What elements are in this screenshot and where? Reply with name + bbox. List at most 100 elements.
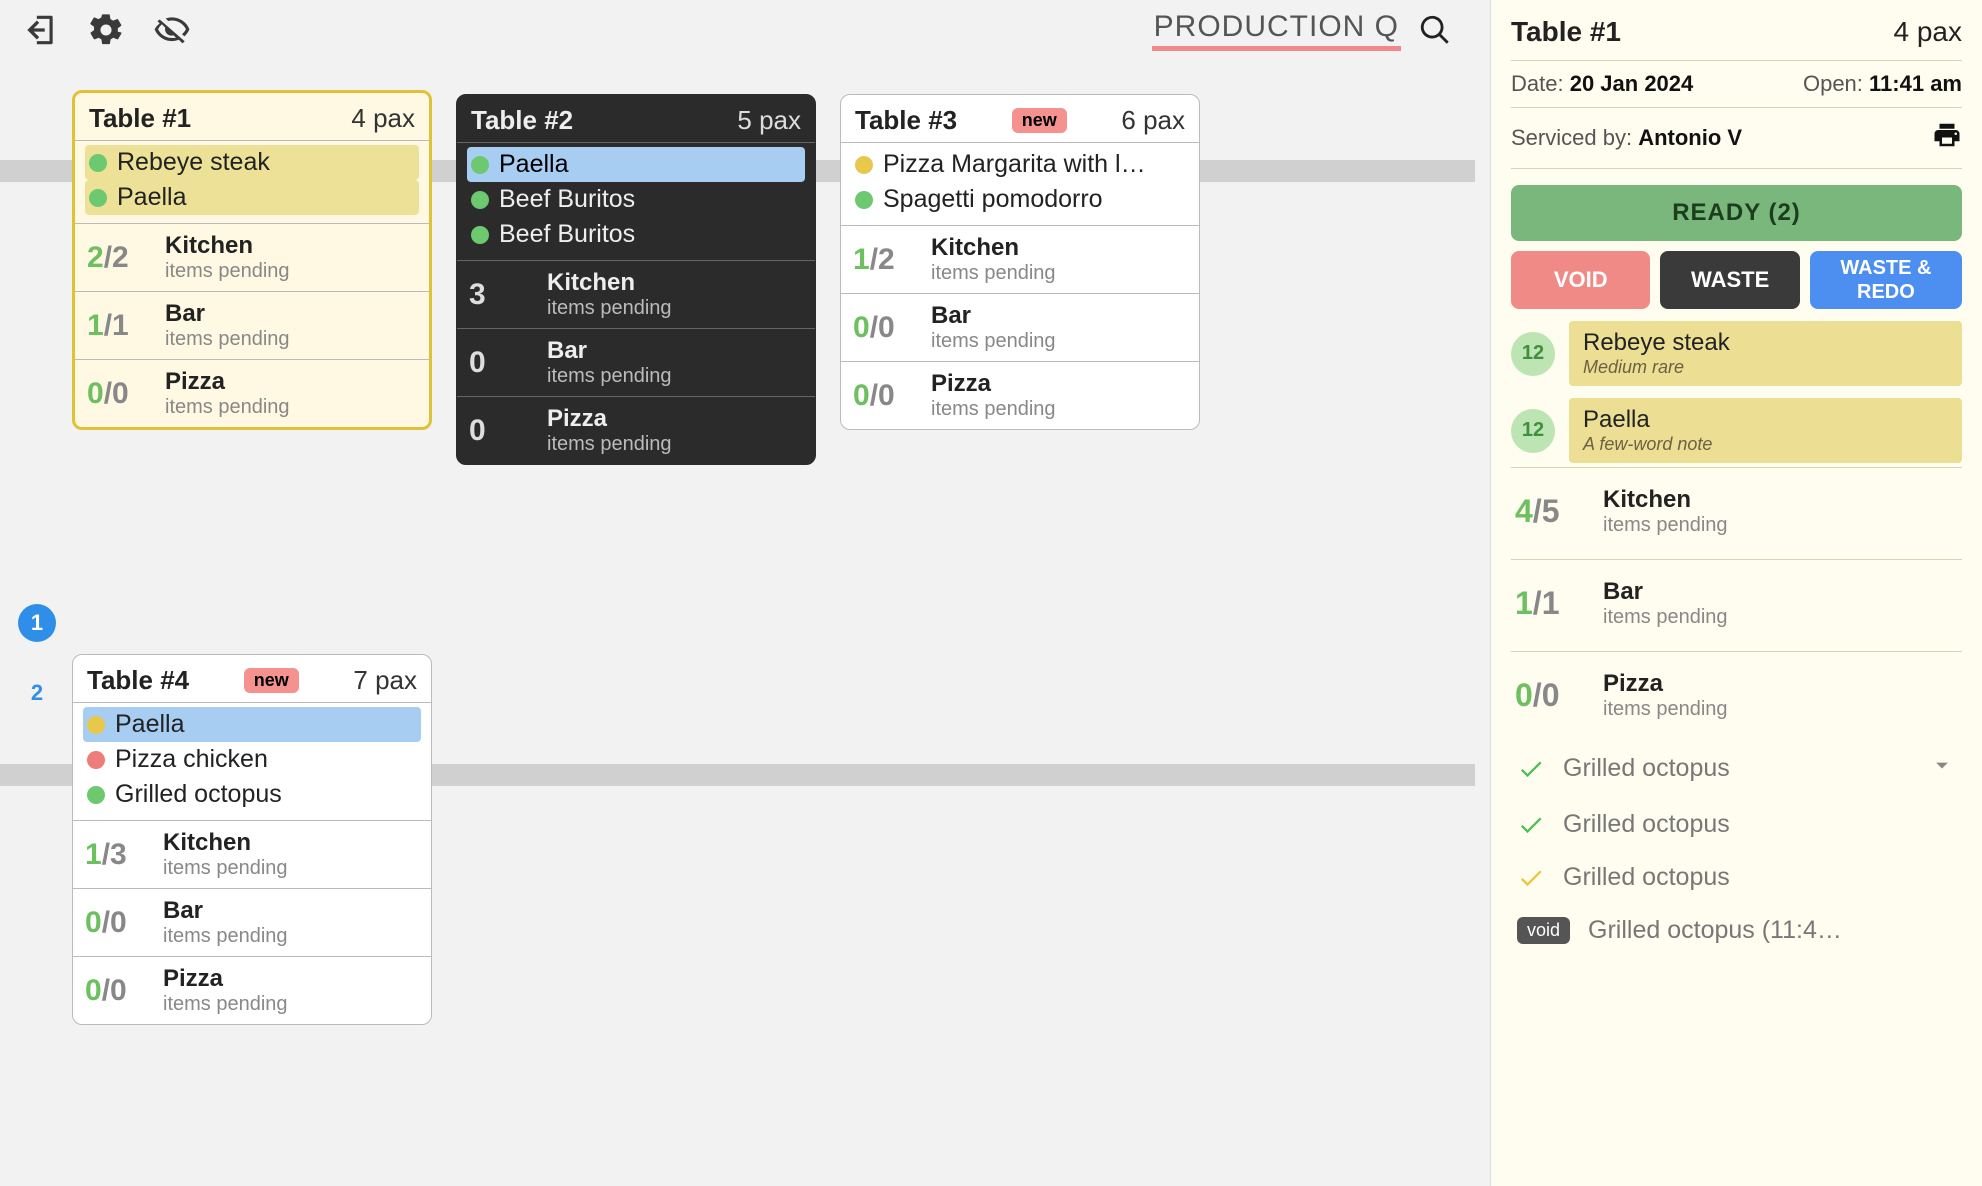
item-text: Rebeye steak bbox=[117, 148, 270, 177]
station-row[interactable]: 1/3Kitchenitems pending bbox=[73, 820, 431, 888]
item-count-badge: 12 bbox=[1511, 332, 1555, 376]
items-box: Paella Pizza chicken Grilled octopus bbox=[73, 702, 431, 820]
station-row[interactable]: 1/1Baritems pending bbox=[75, 291, 429, 359]
detail-panel: Table #1 4 pax Date: 20 Jan 2024 Open: 1… bbox=[1490, 0, 1982, 1186]
waste-redo-button[interactable]: WASTE & REDO bbox=[1810, 251, 1962, 309]
station-row[interactable]: 0/0Pizzaitems pending bbox=[75, 359, 429, 427]
order-card-table-3[interactable]: Table #3 new 6 pax Pizza Margarita with … bbox=[840, 94, 1200, 430]
item-text: Grilled octopus bbox=[115, 780, 282, 809]
order-board: 1 2 Table #1 4 pax Rebeye steak Paella 2… bbox=[0, 70, 1475, 1186]
item-text: Beef Buritos bbox=[499, 185, 635, 214]
action-button-row: VOID WASTE WASTE & REDO bbox=[1511, 251, 1962, 309]
items-box: Pizza Margarita with l… Spagetti pomodor… bbox=[841, 142, 1199, 225]
panel-station-row[interactable]: 1/1Baritems pending bbox=[1511, 559, 1962, 647]
status-dot-icon bbox=[471, 226, 489, 244]
eye-off-icon[interactable] bbox=[152, 10, 192, 50]
panel-title: Table #1 bbox=[1511, 16, 1621, 48]
panel-station-row[interactable]: 4/5Kitchenitems pending bbox=[1511, 467, 1962, 555]
gear-icon[interactable] bbox=[86, 10, 126, 50]
order-item[interactable]: Spagetti pomodorro bbox=[851, 182, 1189, 217]
station-row[interactable]: 3Kitchenitems pending bbox=[457, 260, 815, 328]
void-button[interactable]: VOID bbox=[1511, 251, 1650, 309]
done-item-row[interactable]: Grilled octopus bbox=[1511, 798, 1962, 851]
done-item-row[interactable]: Grilled octopus bbox=[1511, 851, 1962, 904]
course-marker-1[interactable]: 1 bbox=[18, 604, 56, 642]
items-box: Paella Beef Buritos Beef Buritos bbox=[457, 142, 815, 260]
table-name: Table #1 bbox=[89, 103, 191, 134]
table-name: Table #3 bbox=[855, 105, 957, 136]
station-row[interactable]: 0/0Baritems pending bbox=[841, 293, 1199, 361]
order-item[interactable]: Pizza chicken bbox=[83, 742, 421, 777]
order-item[interactable]: Rebeye steak bbox=[85, 145, 419, 180]
new-badge: new bbox=[244, 668, 299, 693]
station-row[interactable]: 0/0Pizzaitems pending bbox=[841, 361, 1199, 429]
panel-pax: 4 pax bbox=[1894, 16, 1963, 48]
order-item[interactable]: Beef Buritos bbox=[467, 217, 805, 252]
topbar: PRODUCTION Q bbox=[0, 0, 1475, 60]
new-badge: new bbox=[1012, 108, 1067, 133]
items-box: Rebeye steak Paella bbox=[75, 140, 429, 223]
status-dot-icon bbox=[471, 156, 489, 174]
done-item-text: Grilled octopus (11:4… bbox=[1588, 916, 1842, 945]
panel-meta: Date: 20 Jan 2024 Open: 11:41 am bbox=[1511, 60, 1962, 108]
status-dot-icon bbox=[87, 751, 105, 769]
order-card-table-1[interactable]: Table #1 4 pax Rebeye steak Paella 2/2Ki… bbox=[72, 90, 432, 430]
course-marker-2[interactable]: 2 bbox=[18, 674, 56, 712]
item-text: Pizza Margarita with l… bbox=[883, 150, 1146, 179]
search-icon[interactable] bbox=[1415, 10, 1455, 50]
print-icon[interactable] bbox=[1932, 120, 1962, 156]
station-row[interactable]: 0Pizzaitems pending bbox=[457, 396, 815, 464]
pax-count: 5 pax bbox=[737, 105, 801, 136]
card-header: Table #1 4 pax bbox=[75, 93, 429, 140]
order-card-table-4[interactable]: Table #4 new 7 pax Paella Pizza chicken … bbox=[72, 654, 432, 1025]
station-row[interactable]: 0/0Baritems pending bbox=[73, 888, 431, 956]
card-header: Table #4 new 7 pax bbox=[73, 655, 431, 702]
item-name: Rebeye steak bbox=[1583, 329, 1948, 357]
selected-item[interactable]: 12 PaellaA few-word note bbox=[1511, 398, 1962, 463]
table-name: Table #2 bbox=[471, 105, 573, 136]
item-text: Paella bbox=[115, 710, 185, 739]
item-text: Paella bbox=[117, 183, 187, 212]
station-row[interactable]: 0/0Pizzaitems pending bbox=[73, 956, 431, 1024]
item-note: A few-word note bbox=[1583, 434, 1948, 455]
card-header: Table #3 new 6 pax bbox=[841, 95, 1199, 142]
done-item-text: Grilled octopus bbox=[1563, 810, 1730, 839]
status-dot-icon bbox=[471, 191, 489, 209]
station-row[interactable]: 2/2Kitchenitems pending bbox=[75, 223, 429, 291]
selected-item[interactable]: 12 Rebeye steakMedium rare bbox=[1511, 321, 1962, 386]
item-text: Beef Buritos bbox=[499, 220, 635, 249]
done-item-row[interactable]: void Grilled octopus (11:4… bbox=[1511, 904, 1962, 957]
order-card-table-2[interactable]: Table #2 5 pax Paella Beef Buritos Beef … bbox=[456, 94, 816, 465]
pax-count: 7 pax bbox=[353, 665, 417, 696]
card-header: Table #2 5 pax bbox=[457, 95, 815, 142]
waste-button[interactable]: WASTE bbox=[1660, 251, 1799, 309]
panel-served-by: Serviced by: Antonio V bbox=[1511, 108, 1962, 169]
item-text: Pizza chicken bbox=[115, 745, 268, 774]
order-item[interactable]: Grilled octopus bbox=[83, 777, 421, 812]
order-item[interactable]: Beef Buritos bbox=[467, 182, 805, 217]
exit-icon[interactable] bbox=[20, 10, 60, 50]
order-item[interactable]: Paella bbox=[467, 147, 805, 182]
station-row[interactable]: 1/2Kitchenitems pending bbox=[841, 225, 1199, 293]
view-label[interactable]: PRODUCTION Q bbox=[1152, 10, 1401, 51]
done-item-text: Grilled octopus bbox=[1563, 754, 1730, 783]
item-count-badge: 12 bbox=[1511, 409, 1555, 453]
status-dot-icon bbox=[89, 189, 107, 207]
chevron-down-icon[interactable] bbox=[1928, 751, 1956, 786]
item-text: Paella bbox=[499, 150, 569, 179]
status-dot-icon bbox=[855, 156, 873, 174]
order-item[interactable]: Pizza Margarita with l… bbox=[851, 147, 1189, 182]
check-icon bbox=[1517, 864, 1545, 892]
station-row[interactable]: 0Baritems pending bbox=[457, 328, 815, 396]
order-item[interactable]: Paella bbox=[83, 707, 421, 742]
status-dot-icon bbox=[855, 191, 873, 209]
pax-count: 4 pax bbox=[351, 103, 415, 134]
panel-station-row[interactable]: 0/0Pizzaitems pending bbox=[1511, 651, 1962, 739]
pax-count: 6 pax bbox=[1121, 105, 1185, 136]
order-item[interactable]: Paella bbox=[85, 180, 419, 215]
table-name: Table #4 bbox=[87, 665, 189, 696]
status-dot-icon bbox=[87, 786, 105, 804]
ready-button[interactable]: READY (2) bbox=[1511, 185, 1962, 241]
done-item-row[interactable]: Grilled octopus bbox=[1511, 739, 1962, 798]
topbar-left-icons bbox=[20, 10, 192, 50]
